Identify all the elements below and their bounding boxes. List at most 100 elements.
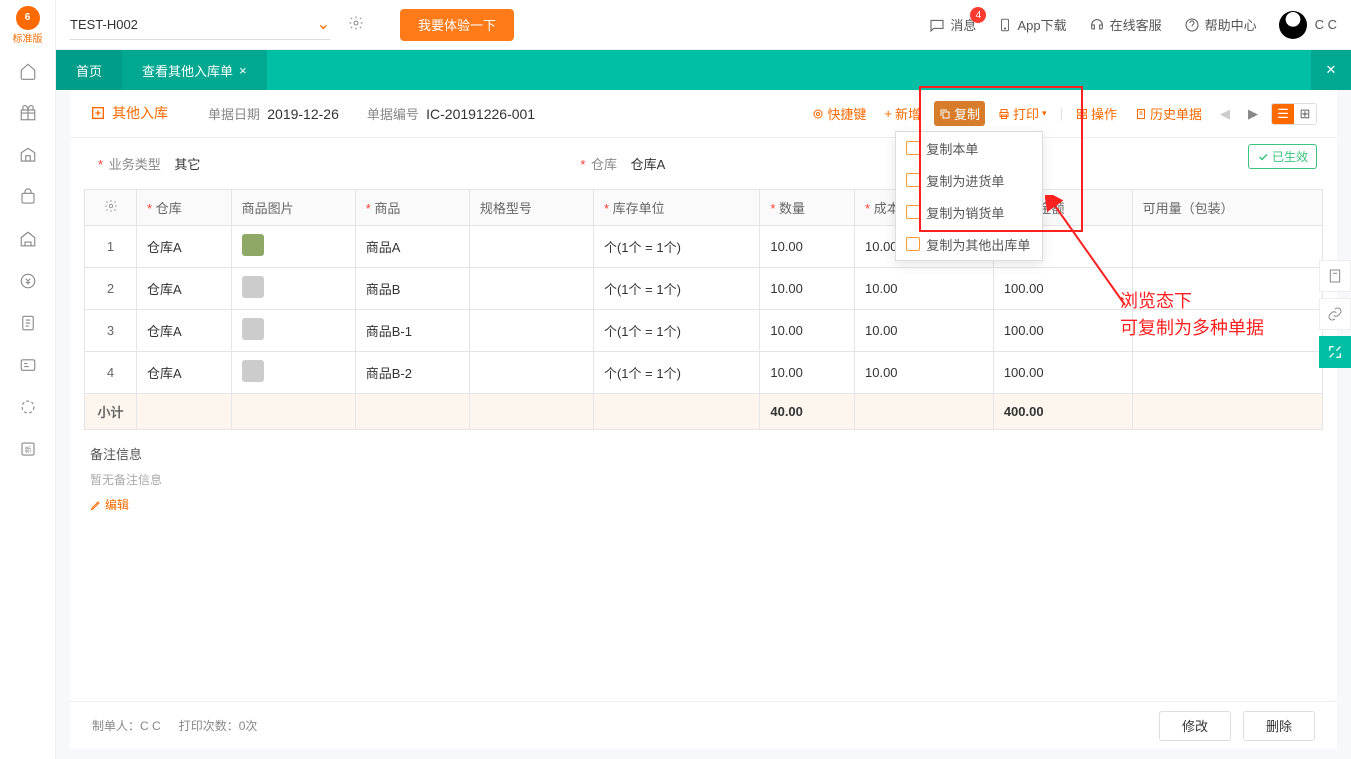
- close-icon[interactable]: ×: [239, 63, 247, 78]
- online-service-label: 在线客服: [1110, 15, 1162, 34]
- tab-home[interactable]: 首页: [56, 50, 122, 90]
- shortcut-button[interactable]: 快捷键: [807, 101, 871, 126]
- cell-qty: 10.00: [760, 352, 855, 394]
- items-table: * 仓库 商品图片 * 商品 规格型号 * 库存单位 * 数量 * 成本单价 *…: [84, 189, 1323, 430]
- app-download-label: App下载: [1017, 15, 1066, 34]
- product-image-icon: [242, 318, 264, 340]
- sidebar-item-finance[interactable]: [0, 260, 56, 302]
- product-image-icon: [242, 360, 264, 382]
- col-product: * 商品: [355, 190, 469, 226]
- remark-title: 备注信息: [90, 444, 1317, 463]
- username: C C: [1315, 17, 1337, 32]
- add-button[interactable]: + 新增: [879, 101, 926, 126]
- table-row[interactable]: 4 仓库A 商品B-2 个(1个 = 1个) 10.00 10.00 100.0…: [85, 352, 1323, 394]
- next-button[interactable]: ▶: [1243, 103, 1263, 125]
- subtotal-amount: 400.00: [993, 394, 1132, 430]
- tabbar: 首页 查看其他入库单 × ✕: [56, 50, 1351, 90]
- cell-available: [1132, 352, 1322, 394]
- copy-other-out-item[interactable]: 复制为其他出库单: [896, 228, 1042, 260]
- sidebar-item-warehouse[interactable]: [0, 218, 56, 260]
- print-count-info: 打印次数：0次: [179, 717, 258, 734]
- cell-product: 商品B: [355, 268, 469, 310]
- note-tool[interactable]: [1319, 260, 1351, 292]
- copy-this-item[interactable]: 复制本单: [896, 132, 1042, 164]
- print-button[interactable]: 打印 ▾: [993, 101, 1052, 126]
- user-menu[interactable]: C C: [1279, 11, 1337, 39]
- delete-button[interactable]: 删除: [1243, 711, 1315, 741]
- row-index: 2: [85, 268, 137, 310]
- row-index: 3: [85, 310, 137, 352]
- card-title: 其他入库: [112, 103, 168, 123]
- cell-image: [231, 226, 355, 268]
- sidebar-item-gift[interactable]: [0, 92, 56, 134]
- cell-unit: 个(1个 = 1个): [593, 310, 759, 352]
- table-settings-header[interactable]: [85, 190, 137, 226]
- svg-text:新: 新: [24, 445, 31, 454]
- online-service-link[interactable]: 在线客服: [1089, 15, 1162, 34]
- cell-available: [1132, 310, 1322, 352]
- copy-purchase-item[interactable]: 复制为进货单: [896, 164, 1042, 196]
- link-tool[interactable]: [1319, 298, 1351, 330]
- copy-icon: [906, 237, 920, 251]
- table-row[interactable]: 1 仓库A 商品A 个(1个 = 1个) 10.00 10.00 100.00: [85, 226, 1323, 268]
- subtotal-qty: 40.00: [760, 394, 855, 430]
- copy-icon: [906, 205, 920, 219]
- cell-product: 商品B-1: [355, 310, 469, 352]
- sidebar-item-card[interactable]: [0, 344, 56, 386]
- table-row[interactable]: 2 仓库A 商品B 个(1个 = 1个) 10.00 10.00 100.00: [85, 268, 1323, 310]
- edit-remark-button[interactable]: 编辑: [90, 496, 129, 513]
- row-index: 1: [85, 226, 137, 268]
- tab-view-other-inbound[interactable]: 查看其他入库单 ×: [122, 50, 267, 90]
- avatar: [1279, 11, 1307, 39]
- cell-qty: 10.00: [760, 226, 855, 268]
- sidebar-item-box[interactable]: [0, 176, 56, 218]
- org-selector[interactable]: TEST-H002 ⌄: [70, 10, 330, 40]
- cell-image: [231, 352, 355, 394]
- cell-warehouse: 仓库A: [137, 352, 232, 394]
- cell-product: 商品A: [355, 226, 469, 268]
- sidebar-item-inventory[interactable]: [0, 134, 56, 176]
- expand-tool[interactable]: [1319, 336, 1351, 368]
- view-toggle: ☰ ⊞: [1271, 103, 1317, 125]
- product-image-icon: [242, 234, 264, 256]
- logo: 6 标准版: [0, 0, 56, 50]
- copy-button[interactable]: 复制: [934, 101, 985, 126]
- col-warehouse: * 仓库: [137, 190, 232, 226]
- col-image: 商品图片: [231, 190, 355, 226]
- org-settings-button[interactable]: [348, 15, 364, 34]
- view-list-button[interactable]: ☰: [1272, 104, 1294, 124]
- chevron-down-icon: ⌄: [317, 14, 330, 34]
- history-button[interactable]: 历史单据: [1130, 101, 1207, 126]
- biz-type-field: * 业务类型 其它: [98, 154, 200, 173]
- cell-unit: 个(1个 = 1个): [593, 226, 759, 268]
- sidebar-item-report[interactable]: [0, 302, 56, 344]
- remark-empty: 暂无备注信息: [90, 471, 1317, 488]
- cell-unit: 个(1个 = 1个): [593, 268, 759, 310]
- sidebar-item-new[interactable]: 新: [0, 428, 56, 470]
- help-center-link[interactable]: 帮助中心: [1184, 15, 1257, 34]
- right-toolbar: [1319, 260, 1351, 368]
- subtotal-row: 小计 40.00 400.00: [85, 394, 1323, 430]
- app-download-link[interactable]: App下载: [998, 15, 1066, 34]
- prev-button[interactable]: ◀: [1215, 103, 1235, 125]
- bill-date-field: 单据日期 2019-12-26: [208, 104, 339, 123]
- modify-button[interactable]: 修改: [1159, 711, 1231, 741]
- bill-no-field: 单据编号 IC-20191226-001: [367, 104, 535, 123]
- card-tab-other-inbound[interactable]: 其他入库: [90, 90, 168, 138]
- cell-amount: 100.00: [993, 268, 1132, 310]
- close-all-tabs-button[interactable]: ✕: [1311, 50, 1351, 90]
- logo-icon: 6: [16, 6, 40, 30]
- cell-qty: 10.00: [760, 268, 855, 310]
- try-button[interactable]: 我要体验一下: [400, 9, 514, 41]
- copy-sale-item[interactable]: 复制为销货单: [896, 196, 1042, 228]
- messages-badge: 4: [970, 7, 986, 23]
- cell-spec: [469, 310, 593, 352]
- operate-button[interactable]: 操作: [1071, 101, 1122, 126]
- copy-icon: [906, 173, 920, 187]
- messages-link[interactable]: 消息 4: [929, 15, 976, 34]
- sidebar-item-cycle[interactable]: [0, 386, 56, 428]
- status-badge: 已生效: [1248, 144, 1317, 169]
- view-grid-button[interactable]: ⊞: [1294, 104, 1316, 124]
- sidebar-item-home[interactable]: [0, 50, 56, 92]
- table-row[interactable]: 3 仓库A 商品B-1 个(1个 = 1个) 10.00 10.00 100.0…: [85, 310, 1323, 352]
